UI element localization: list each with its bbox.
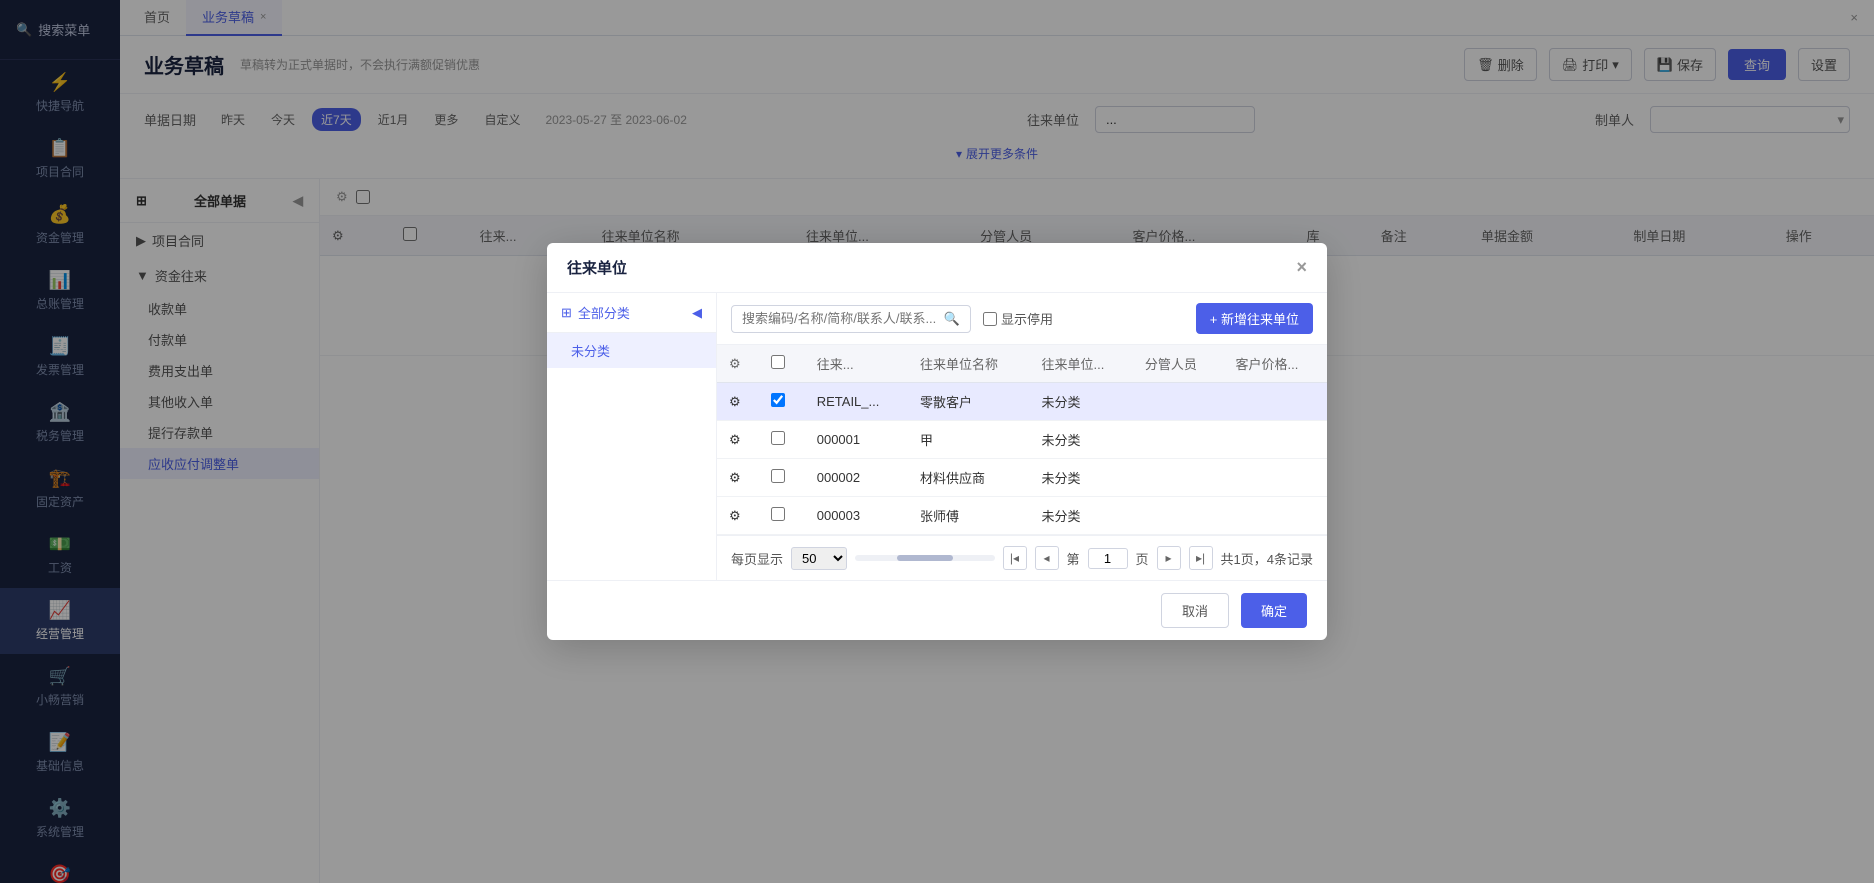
cancel-button[interactable]: 取消 <box>1161 593 1229 628</box>
modal-col-name[interactable]: 往来单位名称 <box>908 345 1030 383</box>
modal-pagination: 每页显示 50 100 |◂ ◂ 第 页 ▸ ▸| 共1页，4条记录 <box>717 535 1327 580</box>
row-checkbox[interactable] <box>759 383 804 421</box>
grid-icon: ⊞ <box>561 305 572 321</box>
row-price <box>1223 383 1327 421</box>
collapse-left-icon[interactable]: ◀ <box>692 305 702 321</box>
modal-col-price[interactable]: 客户价格... <box>1223 345 1327 383</box>
row-category: 未分类 <box>1029 383 1132 421</box>
modal-body: ⊞ 全部分类 ◀ 未分类 🔍 显示停用 <box>547 293 1327 580</box>
modal-table-row[interactable]: ⚙ 000002 材料供应商 未分类 <box>717 459 1327 497</box>
per-page-select[interactable]: 50 100 <box>791 547 847 570</box>
modal-category-title: 全部分类 <box>578 303 630 322</box>
modal-table-wrap: ⚙ 往来... 往来单位名称 往来单位... 分管人员 客户价格... ⚙ <box>717 345 1327 535</box>
modal-category-item-unclassified[interactable]: 未分类 <box>547 333 716 368</box>
row-category: 未分类 <box>1029 459 1132 497</box>
row-settings: ⚙ <box>717 459 759 497</box>
modal-footer: 取消 确定 <box>547 580 1327 640</box>
modal-close-button[interactable]: × <box>1296 257 1307 278</box>
row-manager <box>1133 421 1224 459</box>
page-number-input[interactable] <box>1088 548 1128 569</box>
modal-table-row[interactable]: ⚙ 000003 张师傅 未分类 <box>717 497 1327 535</box>
row-checkbox[interactable] <box>759 497 804 535</box>
next-page-icon[interactable]: ▸ <box>1157 546 1181 570</box>
row-category: 未分类 <box>1029 497 1132 535</box>
partner-modal: 往来单位 × ⊞ 全部分类 ◀ 未分类 <box>547 243 1327 640</box>
row-code: 000001 <box>805 421 908 459</box>
modal-table-row[interactable]: ⚙ RETAIL_... 零散客户 未分类 <box>717 383 1327 421</box>
row-settings: ⚙ <box>717 497 759 535</box>
modal-search-input[interactable] <box>742 311 938 326</box>
last-page-icon[interactable]: ▸| <box>1189 546 1213 570</box>
row-checkbox[interactable] <box>759 459 804 497</box>
scroll-thumb <box>897 555 953 561</box>
modal-cat-label: 未分类 <box>571 344 610 359</box>
modal-select-all[interactable] <box>771 355 785 369</box>
row-code: RETAIL_... <box>805 383 908 421</box>
add-partner-label: + 新增往来单位 <box>1210 309 1299 328</box>
row-category: 未分类 <box>1029 421 1132 459</box>
modal-title: 往来单位 <box>567 257 627 278</box>
page-label: 第 <box>1067 549 1080 568</box>
modal-col-settings: ⚙ <box>717 345 759 383</box>
row-price <box>1223 459 1327 497</box>
prev-page-icon[interactable]: ◂ <box>1035 546 1059 570</box>
modal-table-row[interactable]: ⚙ 000001 甲 未分类 <box>717 421 1327 459</box>
modal-table: ⚙ 往来... 往来单位名称 往来单位... 分管人员 客户价格... ⚙ <box>717 345 1327 535</box>
modal-category-panel: ⊞ 全部分类 ◀ 未分类 <box>547 293 717 580</box>
row-code: 000003 <box>805 497 908 535</box>
modal-right-panel: 🔍 显示停用 + 新增往来单位 ⚙ <box>717 293 1327 580</box>
page-suffix-label: 页 <box>1136 549 1149 568</box>
per-page-label: 每页显示 <box>731 549 783 568</box>
add-partner-button[interactable]: + 新增往来单位 <box>1196 303 1313 334</box>
row-settings: ⚙ <box>717 421 759 459</box>
row-name: 张师傅 <box>908 497 1030 535</box>
row-manager <box>1133 497 1224 535</box>
row-manager <box>1133 459 1224 497</box>
row-name: 材料供应商 <box>908 459 1030 497</box>
total-info: 共1页，4条记录 <box>1221 549 1313 568</box>
row-manager <box>1133 383 1224 421</box>
modal-col-manager[interactable]: 分管人员 <box>1133 345 1224 383</box>
show-disabled-control[interactable]: 显示停用 <box>983 309 1053 328</box>
row-price <box>1223 421 1327 459</box>
row-code: 000002 <box>805 459 908 497</box>
modal-header: 往来单位 × <box>547 243 1327 293</box>
modal-col-code[interactable]: 往来... <box>805 345 908 383</box>
row-name: 甲 <box>908 421 1030 459</box>
row-settings: ⚙ <box>717 383 759 421</box>
show-disabled-checkbox[interactable] <box>983 312 997 326</box>
modal-col-category[interactable]: 往来单位... <box>1029 345 1132 383</box>
row-name: 零散客户 <box>908 383 1030 421</box>
row-price <box>1223 497 1327 535</box>
modal-overlay: 往来单位 × ⊞ 全部分类 ◀ 未分类 <box>0 0 1874 883</box>
modal-toolbar: 🔍 显示停用 + 新增往来单位 <box>717 293 1327 345</box>
show-disabled-label: 显示停用 <box>1001 309 1053 328</box>
modal-category-header[interactable]: ⊞ 全部分类 ◀ <box>547 293 716 333</box>
modal-search-box[interactable]: 🔍 <box>731 305 971 333</box>
modal-col-checkbox <box>759 345 804 383</box>
search-icon: 🔍 <box>944 311 960 327</box>
first-page-icon[interactable]: |◂ <box>1003 546 1027 570</box>
confirm-button[interactable]: 确定 <box>1241 593 1307 628</box>
row-checkbox[interactable] <box>759 421 804 459</box>
scroll-track <box>855 555 994 561</box>
